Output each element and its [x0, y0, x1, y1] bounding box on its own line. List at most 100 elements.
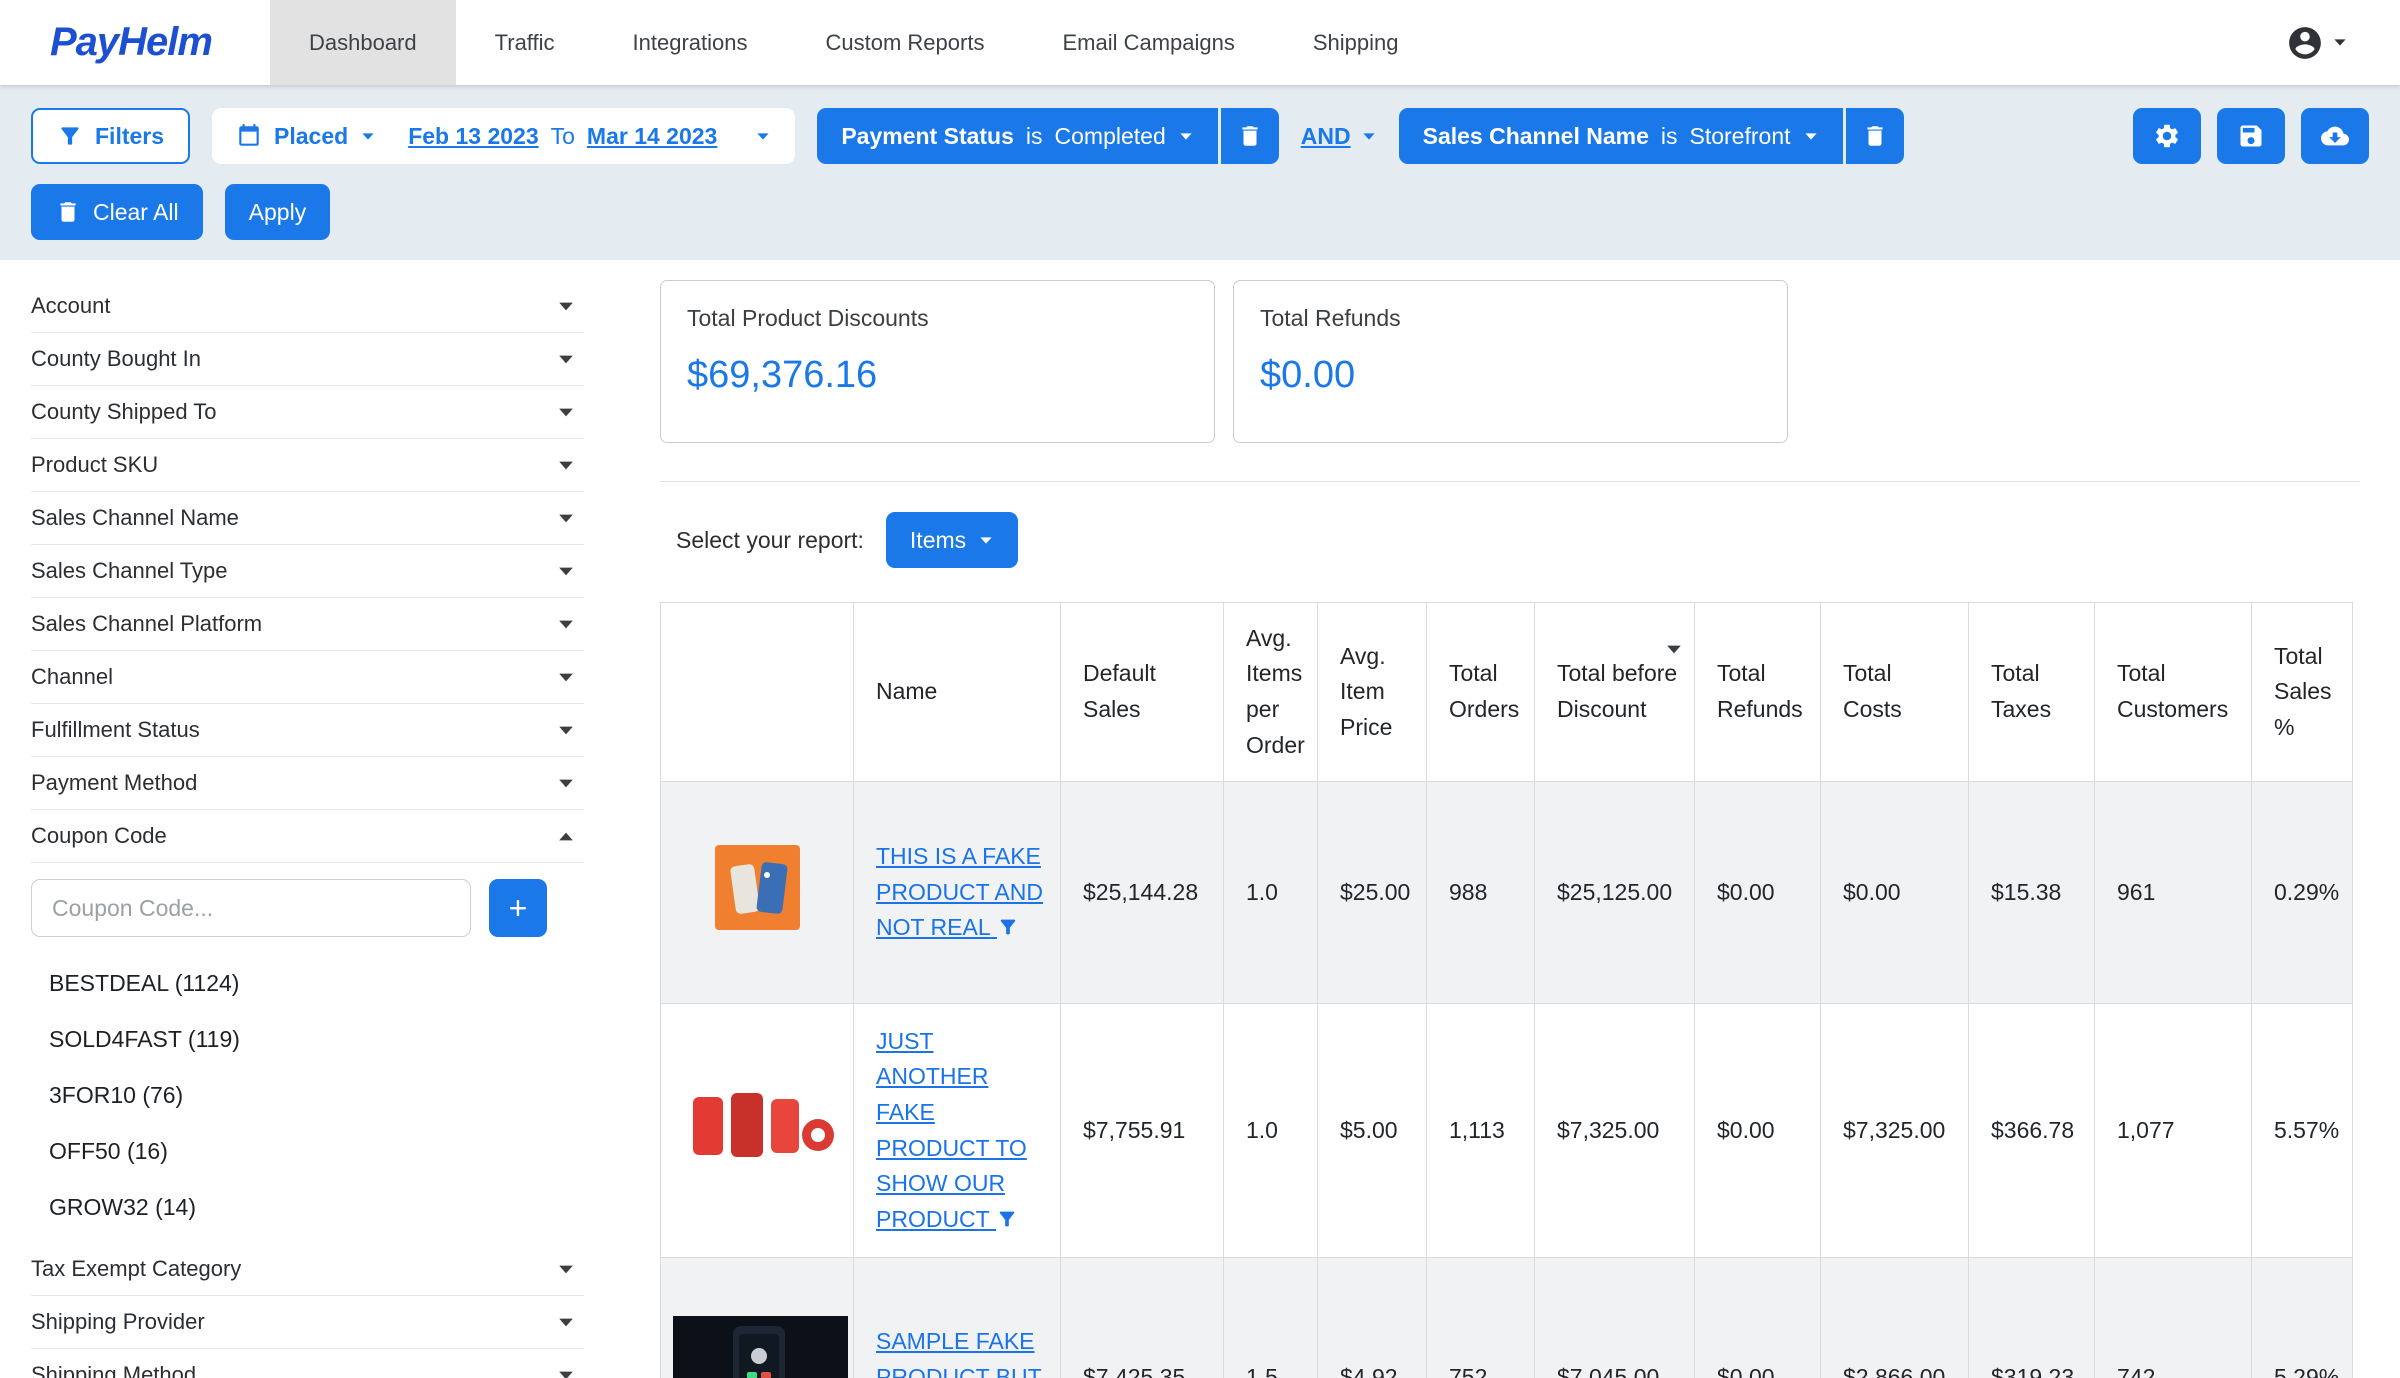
table-cell: $0.00 — [1821, 782, 1969, 1004]
sidebar-item-label: Product SKU — [31, 452, 158, 478]
nav-tab-shipping[interactable]: Shipping — [1274, 0, 1438, 85]
column-header-total-before-discount[interactable]: Total before Discount — [1535, 603, 1695, 782]
column-header-total-sales-pct[interactable]: Total Sales % — [2252, 603, 2353, 782]
table-cell: $366.78 — [1969, 1004, 2095, 1258]
coupon-option[interactable]: BESTDEAL (1124) — [31, 955, 584, 1011]
nav-tab-email-campaigns[interactable]: Email Campaigns — [1023, 0, 1273, 85]
chevron-down-icon — [559, 779, 573, 787]
facet-sidebar: Account County Bought In County Shipped … — [0, 260, 590, 1378]
column-header-total-refunds[interactable]: Total Refunds — [1695, 603, 1821, 782]
export-download-button[interactable] — [2301, 108, 2369, 164]
coupon-option[interactable]: GROW32 (14) — [31, 1179, 584, 1235]
sidebar-item-shipping-provider[interactable]: Shipping Provider — [31, 1296, 584, 1349]
coupon-code-input[interactable] — [31, 879, 471, 937]
sort-caret-icon[interactable] — [1667, 646, 1681, 654]
chevron-down-icon — [559, 1318, 573, 1326]
filter-operator-label: is — [1661, 123, 1678, 150]
product-name-link[interactable]: SAMPLE FAKE PRODUCT BUT NOT — [876, 1328, 1042, 1378]
chevron-down-icon — [559, 673, 573, 681]
nav-tab-traffic[interactable]: Traffic — [456, 0, 594, 85]
table-cell: $7,425.35 — [1061, 1258, 1224, 1378]
sidebar-item-label: County Bought In — [31, 346, 201, 372]
column-header-total-costs[interactable]: Total Costs — [1821, 603, 1969, 782]
nav-tab-dashboard[interactable]: Dashboard — [270, 0, 456, 85]
table-cell: $319.23 — [1969, 1258, 2095, 1378]
table-cell: $0.00 — [1695, 1004, 1821, 1258]
sales-channel-filter-button[interactable]: Sales Channel Name is Storefront — [1399, 108, 1843, 164]
summary-card-total-refunds: Total Refunds $0.00 — [1233, 280, 1788, 443]
table-cell: 1.5 — [1224, 1258, 1318, 1378]
remove-sales-channel-filter-button[interactable] — [1846, 108, 1904, 164]
save-report-button[interactable] — [2217, 108, 2285, 164]
sidebar-item-county-bought-in[interactable]: County Bought In — [31, 333, 584, 386]
filters-button[interactable]: Filters — [31, 108, 190, 164]
report-type-dropdown[interactable]: Items — [886, 512, 1018, 568]
table-header-row: Name Default Sales Avg. Items per Order … — [661, 603, 2353, 782]
sidebar-item-fulfillment-status[interactable]: Fulfillment Status — [31, 704, 584, 757]
sidebar-item-channel[interactable]: Channel — [31, 651, 584, 704]
column-header-name[interactable]: Name — [854, 603, 1061, 782]
user-menu-button[interactable] — [2286, 0, 2400, 85]
sidebar-item-tax-exempt-category[interactable]: Tax Exempt Category — [31, 1243, 584, 1296]
sales-channel-filter-group: Sales Channel Name is Storefront — [1399, 108, 1904, 164]
date-to-word: To — [551, 123, 575, 150]
filter-field-label: Payment Status — [841, 123, 1014, 150]
sidebar-item-payment-method[interactable]: Payment Method — [31, 757, 584, 810]
column-header-avg-items-per-order[interactable]: Avg. Items per Order — [1224, 603, 1318, 782]
column-header-total-taxes[interactable]: Total Taxes — [1969, 603, 2095, 782]
product-name-link[interactable]: JUST ANOTHER FAKE PRODUCT TO SHOW OUR PR… — [876, 1028, 1027, 1232]
filter-field-label: Sales Channel Name — [1423, 123, 1649, 150]
sidebar-item-label: Shipping Method — [31, 1362, 196, 1378]
coupon-option[interactable]: OFF50 (16) — [31, 1123, 584, 1179]
payment-status-filter-button[interactable]: Payment Status is Completed — [817, 108, 1217, 164]
date-field-label: Placed — [274, 123, 348, 150]
main-nav: Dashboard Traffic Integrations Custom Re… — [270, 0, 1438, 85]
card-value: $0.00 — [1260, 354, 1761, 397]
table-cell: $7,045.00 — [1535, 1258, 1695, 1378]
sidebar-item-sales-channel-name[interactable]: Sales Channel Name — [31, 492, 584, 545]
chevron-down-icon — [559, 726, 573, 734]
chevron-up-icon — [559, 832, 573, 840]
product-image-cell — [661, 782, 854, 1004]
chevron-down-icon — [559, 1371, 573, 1378]
add-coupon-filter-button[interactable]: + — [489, 879, 547, 937]
clear-all-button[interactable]: Clear All — [31, 184, 203, 240]
product-name-cell: THIS IS A FAKE PRODUCT AND NOT REAL — [854, 782, 1061, 1004]
settings-button[interactable] — [2133, 108, 2201, 164]
column-header-total-orders[interactable]: Total Orders — [1427, 603, 1535, 782]
date-range-filter-button[interactable]: Placed Feb 13 2023 To Mar 14 2023 — [212, 108, 795, 164]
filter-conjunction-button[interactable]: AND — [1301, 123, 1377, 150]
content-area: Account County Bought In County Shipped … — [0, 260, 2400, 1378]
apply-button[interactable]: Apply — [225, 184, 331, 240]
column-header-avg-item-price[interactable]: Avg. Item Price — [1318, 603, 1427, 782]
sidebar-item-product-sku[interactable]: Product SKU — [31, 439, 584, 492]
filter-bar-actions — [2133, 108, 2369, 164]
column-header-default-sales[interactable]: Default Sales — [1061, 603, 1224, 782]
filter-funnel-icon[interactable] — [997, 916, 1019, 938]
product-image-cell — [661, 1004, 854, 1258]
sidebar-item-sales-channel-type[interactable]: Sales Channel Type — [31, 545, 584, 598]
sidebar-item-county-shipped-to[interactable]: County Shipped To — [31, 386, 584, 439]
coupon-code-search: + — [31, 863, 584, 951]
filter-row-2: Clear All Apply — [31, 184, 2369, 240]
sidebar-item-sales-channel-platform[interactable]: Sales Channel Platform — [31, 598, 584, 651]
coupon-option[interactable]: 3FOR10 (76) — [31, 1067, 584, 1123]
table-cell: $2,866.00 — [1821, 1258, 1969, 1378]
product-image — [715, 845, 800, 930]
sidebar-item-account[interactable]: Account — [31, 280, 584, 333]
column-header-image[interactable] — [661, 603, 854, 782]
product-name-link[interactable]: THIS IS A FAKE PRODUCT AND NOT REAL — [876, 843, 1043, 940]
coupon-option[interactable]: SOLD4FAST (119) — [31, 1011, 584, 1067]
sidebar-item-coupon-code[interactable]: Coupon Code — [31, 810, 584, 863]
brand-logo[interactable]: PayHelm — [0, 0, 270, 85]
filter-funnel-icon[interactable] — [996, 1208, 1018, 1230]
chevron-down-icon — [1805, 133, 1816, 139]
cloud-download-icon — [2321, 122, 2349, 150]
column-header-total-customers[interactable]: Total Customers — [2095, 603, 2252, 782]
nav-tab-integrations[interactable]: Integrations — [594, 0, 787, 85]
sidebar-item-shipping-method[interactable]: Shipping Method — [31, 1349, 584, 1378]
remove-payment-status-filter-button[interactable] — [1221, 108, 1279, 164]
sidebar-item-label: Sales Channel Platform — [31, 611, 262, 637]
nav-tab-custom-reports[interactable]: Custom Reports — [787, 0, 1024, 85]
chevron-down-icon — [559, 355, 573, 363]
